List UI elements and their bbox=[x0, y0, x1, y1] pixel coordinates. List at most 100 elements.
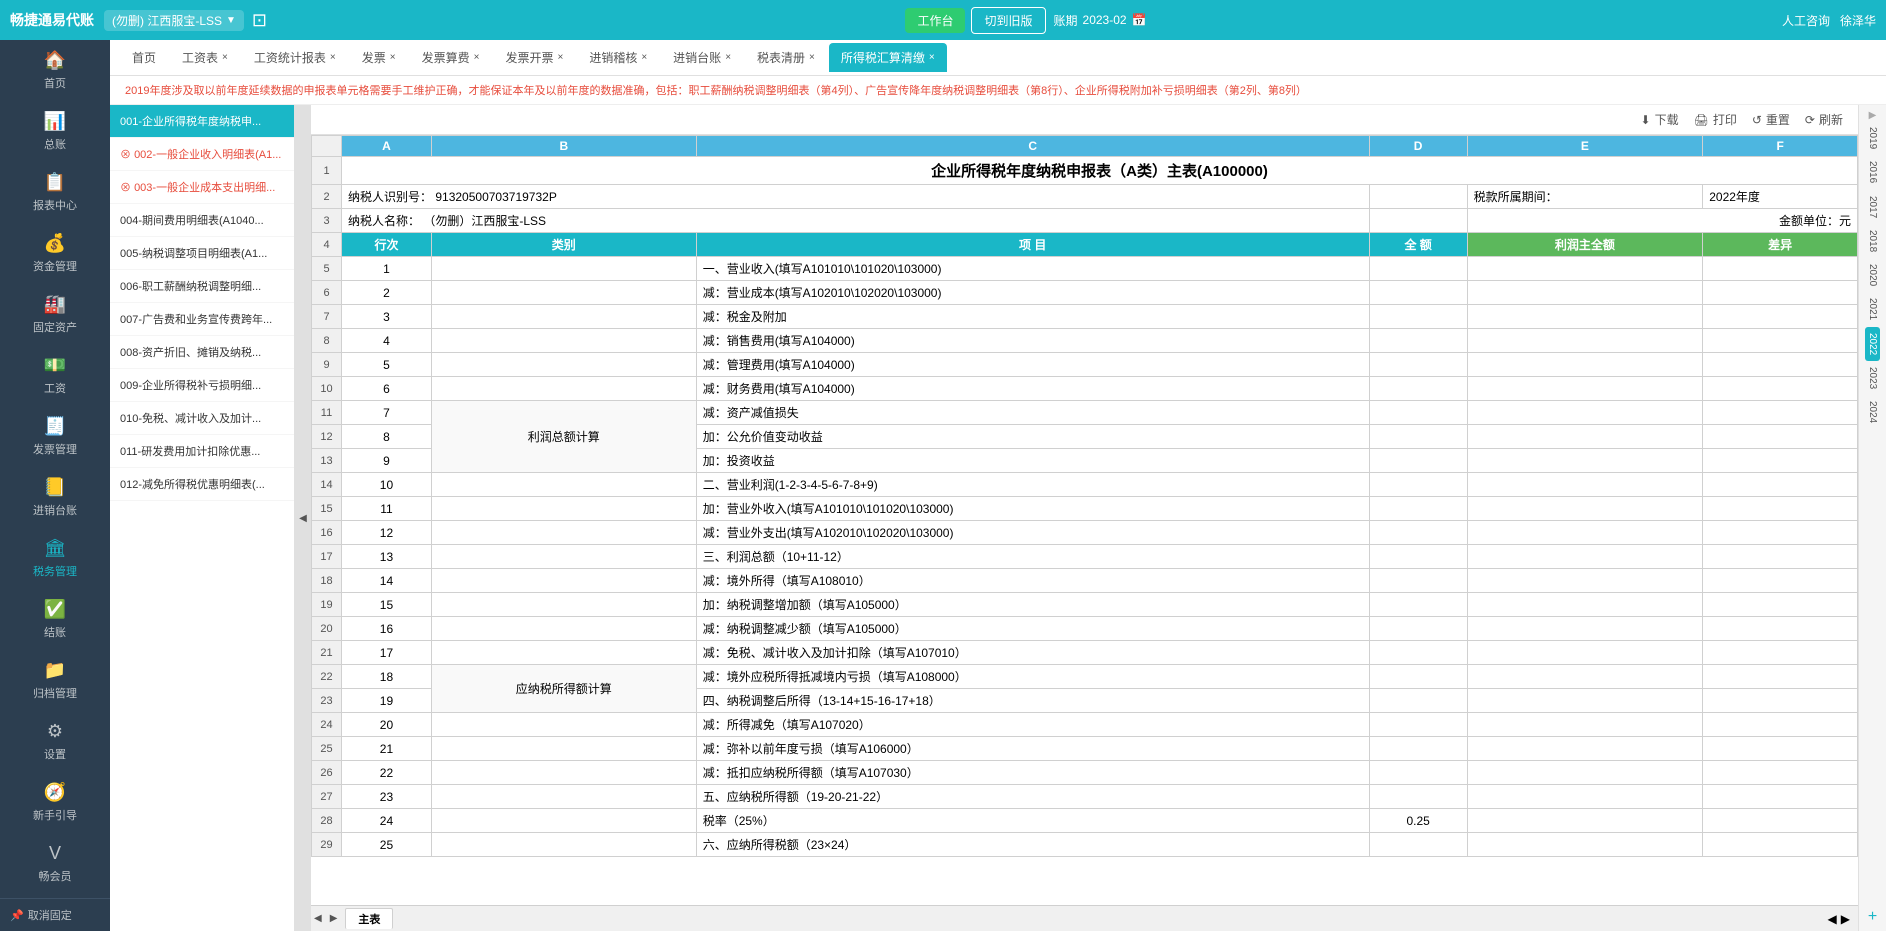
year-2018[interactable]: 2018 bbox=[1865, 224, 1880, 258]
col-C: C bbox=[696, 136, 1369, 157]
col-header-xiangmu: 项 目 bbox=[696, 233, 1369, 257]
tab-income-tax[interactable]: 所得税汇算清缴× bbox=[829, 43, 947, 72]
workstation-button[interactable]: 工作台 bbox=[905, 8, 965, 33]
sub-sidebar-item-009[interactable]: 009-企业所得税补亏损明细... bbox=[110, 369, 294, 402]
sidebar-item-salary[interactable]: 💵 工资 bbox=[0, 345, 110, 406]
tab-tax-list[interactable]: 税表清册× bbox=[745, 43, 827, 72]
tab-salary-close[interactable]: × bbox=[222, 52, 228, 63]
tab-home[interactable]: 首页 bbox=[120, 43, 168, 72]
sub-sidebar-item-012[interactable]: 012-减免所得税优惠明细表(... bbox=[110, 468, 294, 501]
tab-salary-stats[interactable]: 工资统计报表× bbox=[242, 43, 348, 72]
year-2021[interactable]: 2021 bbox=[1865, 292, 1880, 326]
sidebar-item-tax[interactable]: 🏛 税务管理 bbox=[0, 528, 110, 589]
tab-tax-list-close[interactable]: × bbox=[809, 52, 815, 63]
taxpayer-name-value: （勿删）江西服宝-LSS bbox=[423, 214, 546, 228]
sidebar-item-member[interactable]: V 畅会员 bbox=[0, 833, 110, 894]
tab-invoice-fee-close[interactable]: × bbox=[474, 52, 480, 63]
sub-sidebar-item-005[interactable]: 005-纳税调整项目明细表(A1... bbox=[110, 237, 294, 270]
reset-label: 重置 bbox=[1766, 111, 1790, 128]
sidebar-item-ledger2[interactable]: 📒 进销台账 bbox=[0, 467, 110, 528]
tab-salary[interactable]: 工资表× bbox=[170, 43, 240, 72]
download-button[interactable]: ⬇ 下载 bbox=[1641, 111, 1679, 128]
reset-button[interactable]: ↺ 重置 bbox=[1752, 111, 1790, 128]
cancel-fixed-button[interactable]: 📌 取消固定 bbox=[0, 899, 110, 931]
sidebar-item-assets[interactable]: 🏭 固定资产 bbox=[0, 284, 110, 345]
add-year-button[interactable]: + bbox=[1868, 908, 1877, 926]
sidebar-item-funds[interactable]: 💰 资金管理 bbox=[0, 223, 110, 284]
copy-icon: ⊡ bbox=[252, 10, 267, 31]
tab-purchase-audit[interactable]: 进销稽核× bbox=[577, 43, 659, 72]
scroll-left-icon[interactable]: ◀ bbox=[1828, 912, 1837, 926]
table-header-row: 4 行次 类别 项 目 全 额 利润主全额 差异 bbox=[312, 233, 1858, 257]
sub-sidebar-item-002[interactable]: 002-一般企业收入明细表(A1... bbox=[110, 138, 294, 171]
item-cell: 减：纳税调整减少额（填写A105000） bbox=[696, 617, 1369, 641]
item-cell: 减：管理费用(填写A104000) bbox=[696, 353, 1369, 377]
tab-purchase-audit-close[interactable]: × bbox=[641, 52, 647, 63]
sidebar-item-invoices[interactable]: 🧾 发票管理 bbox=[0, 406, 110, 467]
company-selector[interactable]: (勿删) 江西服宝-LSS ▼ bbox=[104, 10, 244, 31]
sub-sidebar-item-011[interactable]: 011-研发费用加计扣除优惠... bbox=[110, 435, 294, 468]
right-panel-expand[interactable]: ▶ bbox=[1869, 110, 1877, 121]
tax-period-value: 2022年度 bbox=[1703, 185, 1858, 209]
archive-icon: 📁 bbox=[44, 660, 66, 681]
switch-old-button[interactable]: 切到旧版 bbox=[971, 7, 1045, 34]
item-cell: 减：弥补以前年度亏损（填写A106000） bbox=[696, 737, 1369, 761]
checkout-icon: ✅ bbox=[44, 599, 66, 620]
sub-sidebar-item-004[interactable]: 004-期间费用明细表(A1040... bbox=[110, 204, 294, 237]
sheet-nav-left[interactable]: ◀ bbox=[311, 912, 325, 925]
print-icon: 🖨 bbox=[1694, 113, 1709, 127]
year-2016[interactable]: 2016 bbox=[1865, 155, 1880, 189]
sidebar-item-home[interactable]: 🏠 首页 bbox=[0, 40, 110, 101]
year-2023[interactable]: 2023 bbox=[1865, 361, 1880, 395]
sub-sidebar-item-010[interactable]: 010-免税、减计收入及加计... bbox=[110, 402, 294, 435]
table-row: 19 15 加：纳税调整增加额（填写A105000） bbox=[312, 593, 1858, 617]
tab-invoice-close[interactable]: × bbox=[390, 52, 396, 63]
year-2019[interactable]: 2019 bbox=[1865, 121, 1880, 155]
sidebar-item-settings[interactable]: ⚙ 设置 bbox=[0, 711, 110, 772]
sub-sidebar-item-007[interactable]: 007-广告费和业务宣传费跨年... bbox=[110, 303, 294, 336]
year-2024[interactable]: 2024 bbox=[1865, 395, 1880, 429]
item-cell: 五、应纳税所得额（19-20-21-22） bbox=[696, 785, 1369, 809]
col-rownum bbox=[312, 136, 342, 157]
sub-sidebar-item-001[interactable]: 001-企业所得税年度纳税申... bbox=[110, 105, 294, 138]
item-cell: 减：资产减值损失 bbox=[696, 401, 1369, 425]
tab-invoice-open[interactable]: 发票开票× bbox=[493, 43, 575, 72]
table-row: 14 10 二、营业利润(1-2-3-4-5-6-7-8+9) bbox=[312, 473, 1858, 497]
salary-icon: 💵 bbox=[44, 355, 66, 376]
sheet-nav-arrows: ◀ ▶ bbox=[311, 912, 340, 925]
sheet-tab-main-label: 主表 bbox=[358, 914, 380, 926]
sidebar-item-checkout[interactable]: ✅ 结账 bbox=[0, 589, 110, 650]
tab-income-tax-close[interactable]: × bbox=[929, 52, 935, 63]
item-cell: 六、应纳所得税额（23×24） bbox=[696, 833, 1369, 857]
tab-invoice-fee[interactable]: 发票算费× bbox=[410, 43, 492, 72]
calendar-icon: 📅 bbox=[1132, 13, 1147, 27]
scroll-right-icon[interactable]: ▶ bbox=[1841, 912, 1850, 926]
sub-sidebar-item-003[interactable]: 003-一般企业成本支出明细... bbox=[110, 171, 294, 204]
sheet-nav-right[interactable]: ▶ bbox=[327, 912, 341, 925]
refresh-label: 刷新 bbox=[1819, 111, 1843, 128]
sidebar-item-archive[interactable]: 📁 归档管理 bbox=[0, 650, 110, 711]
table-row: 1 企业所得税年度纳税申报表（A类）主表(A100000) bbox=[312, 157, 1858, 185]
tab-invoice[interactable]: 发票× bbox=[350, 43, 408, 72]
sub-sidebar-item-008[interactable]: 008-资产折旧、摊销及纳税... bbox=[110, 336, 294, 369]
tab-invoice-open-close[interactable]: × bbox=[557, 52, 563, 63]
sub-sidebar-collapse[interactable]: ◀ bbox=[295, 105, 311, 931]
table-row: 11 7 利润总额计算 减：资产减值损失 bbox=[312, 401, 1858, 425]
print-button[interactable]: 🖨 打印 bbox=[1694, 111, 1737, 128]
tab-salary-stats-close[interactable]: × bbox=[330, 52, 336, 63]
sidebar-item-ledger[interactable]: 📊 总账 bbox=[0, 101, 110, 162]
item-cell: 减：营业外支出(填写A102010\102020\103000) bbox=[696, 521, 1369, 545]
year-2020[interactable]: 2020 bbox=[1865, 258, 1880, 292]
sheet-tab-main[interactable]: 主表 bbox=[345, 908, 393, 929]
year-2017[interactable]: 2017 bbox=[1865, 190, 1880, 224]
tab-purchase-ledger[interactable]: 进销台账× bbox=[661, 43, 743, 72]
tab-purchase-ledger-close[interactable]: × bbox=[725, 52, 731, 63]
year-2022[interactable]: 2022 bbox=[1865, 327, 1880, 361]
item-cell: 减：抵扣应纳税所得额（填写A107030） bbox=[696, 761, 1369, 785]
refresh-button[interactable]: ⟳ 刷新 bbox=[1805, 111, 1843, 128]
sidebar-item-reports[interactable]: 📋 报表中心 bbox=[0, 162, 110, 223]
table-row: 6 2 减：营业成本(填写A102010\102020\103000) bbox=[312, 281, 1858, 305]
sidebar-item-guide[interactable]: 🧭 新手引导 bbox=[0, 772, 110, 833]
ai-consult-label[interactable]: 人工咨询 bbox=[1782, 12, 1830, 29]
sub-sidebar-item-006[interactable]: 006-职工薪酬纳税调整明细... bbox=[110, 270, 294, 303]
